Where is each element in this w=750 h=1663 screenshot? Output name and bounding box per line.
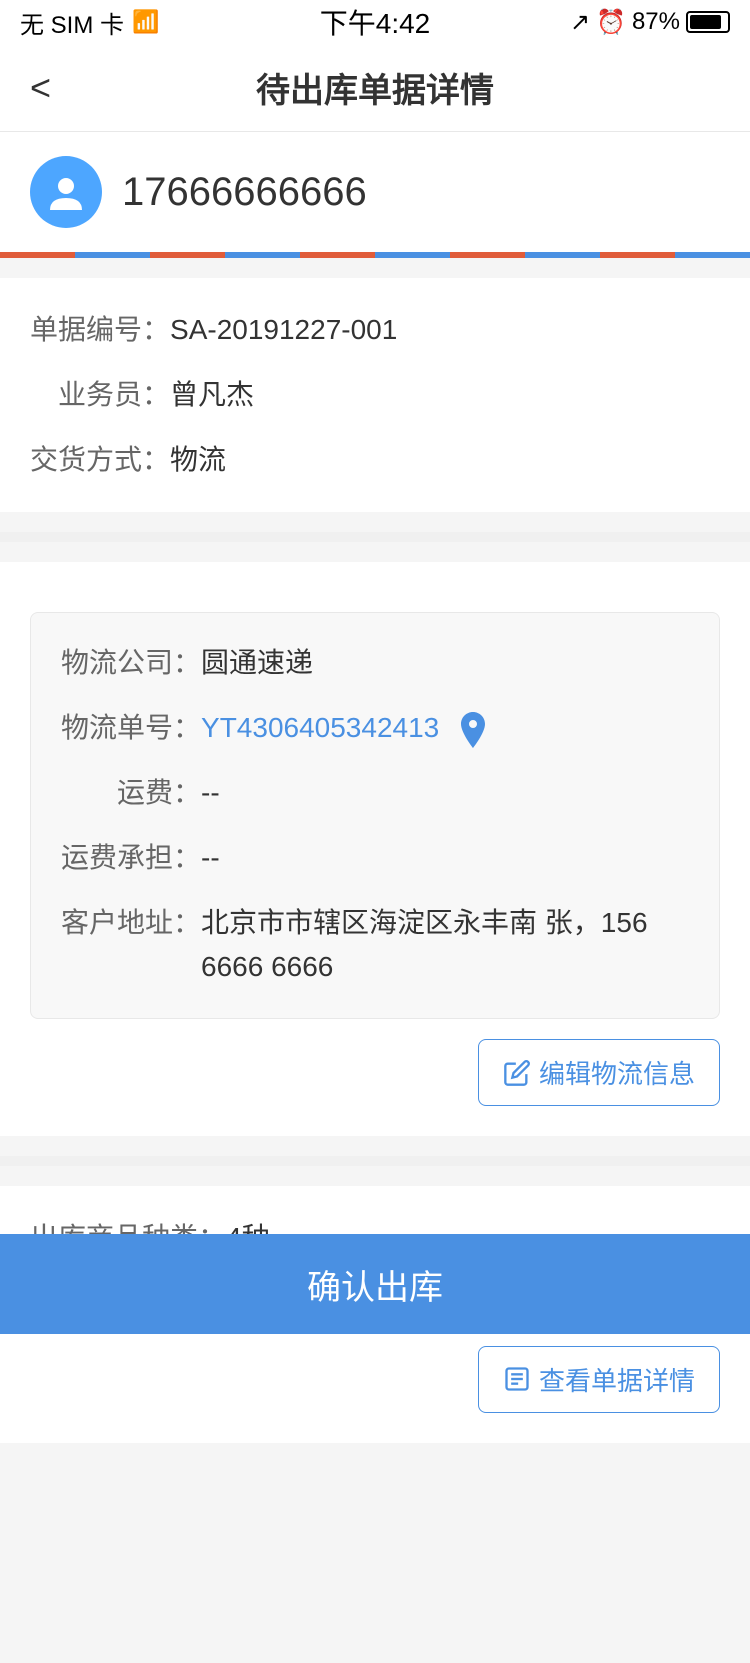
logistics-tracking-label: 物流单号： — [61, 706, 201, 751]
battery-percent: 87% — [632, 8, 680, 36]
customer-header: 17666666666 — [0, 132, 750, 252]
status-left: 无 SIM 卡 📶 — [20, 5, 159, 40]
carrier-label: 无 SIM 卡 — [20, 5, 124, 40]
doc-number-label: 单据编号： — [30, 308, 170, 353]
status-right: ↗ ⏰ 87% — [570, 8, 730, 37]
edit-logistics-button[interactable]: 编辑物流信息 — [478, 1039, 720, 1106]
freight-bearer-row: 运费承担： -- — [61, 836, 689, 881]
location-pin-icon — [457, 712, 489, 748]
logistics-tracking-value: YT43064053424​13 — [201, 706, 689, 751]
battery-fill — [690, 15, 721, 29]
freight-bearer-value: -- — [201, 836, 689, 881]
nav-bar: < 待出库单据详情 — [0, 44, 750, 132]
freight-label: 运费： — [61, 771, 201, 816]
battery-icon — [686, 11, 730, 33]
logistics-tracking-row: 物流单号： YT43064053424​13 — [61, 706, 689, 751]
section-separator-2 — [0, 1156, 750, 1166]
doc-detail-icon — [503, 1365, 531, 1393]
agent-value: 曾凡杰 — [170, 373, 720, 418]
status-bar: 无 SIM 卡 📶 下午4:42 ↗ ⏰ 87% — [0, 0, 750, 44]
alarm-icon: ⏰ — [596, 8, 626, 37]
view-detail-button[interactable]: 查看单据详情 — [478, 1346, 720, 1413]
view-detail-area: 查看单据详情 — [30, 1346, 720, 1413]
logistics-company-value: 圆通速递 — [201, 641, 689, 686]
delivery-method-label: 交货方式： — [30, 438, 170, 483]
back-button[interactable]: < — [30, 67, 51, 109]
logistics-card: 物流公司： 圆通速递 物流单号： YT43064053424​13 运费： --… — [30, 612, 720, 1019]
freight-value: -- — [201, 771, 689, 816]
edit-logistics-area: 编辑物流信息 — [30, 1039, 720, 1106]
confirm-bar[interactable]: 确认出库 — [0, 1234, 750, 1334]
logistics-company-row: 物流公司： 圆通速递 — [61, 641, 689, 686]
delivery-method-row: 交货方式： 物流 — [30, 438, 720, 483]
freight-row: 运费： -- — [61, 771, 689, 816]
address-label: 客户地址： — [61, 901, 201, 946]
logistics-section: 物流公司： 圆通速递 物流单号： YT43064053424​13 运费： --… — [0, 562, 750, 1136]
status-time: 下午4:42 — [320, 2, 431, 42]
location-active-icon: ↗ — [570, 8, 590, 37]
avatar — [30, 156, 102, 228]
doc-number-row: 单据编号： SA-20191227-001 — [30, 308, 720, 353]
agent-row: 业务员： 曾凡杰 — [30, 373, 720, 418]
logistics-company-label: 物流公司： — [61, 641, 201, 686]
edit-logistics-label: 编辑物流信息 — [539, 1054, 695, 1091]
delivery-method-value: 物流 — [170, 438, 720, 483]
confirm-button-label: 确认出库 — [307, 1260, 443, 1309]
section-separator-1 — [0, 532, 750, 542]
bottom-spacer — [0, 1463, 750, 1663]
page-title: 待出库单据详情 — [256, 63, 494, 112]
agent-label: 业务员： — [30, 373, 170, 418]
doc-number-value: SA-20191227-001 — [170, 308, 720, 353]
address-value: 北京市市辖区海淀区永丰南 张，156 6666 6666 — [201, 901, 689, 991]
view-detail-label: 查看单据详情 — [539, 1361, 695, 1398]
edit-icon — [503, 1059, 531, 1087]
wifi-icon: 📶 — [132, 9, 159, 35]
dashed-divider — [0, 252, 750, 258]
customer-phone: 17666666666 — [122, 170, 367, 215]
address-row: 客户地址： 北京市市辖区海淀区永丰南 张，156 6666 6666 — [61, 901, 689, 991]
freight-bearer-label: 运费承担： — [61, 836, 201, 881]
doc-info-section: 单据编号： SA-20191227-001 业务员： 曾凡杰 交货方式： 物流 — [0, 278, 750, 512]
